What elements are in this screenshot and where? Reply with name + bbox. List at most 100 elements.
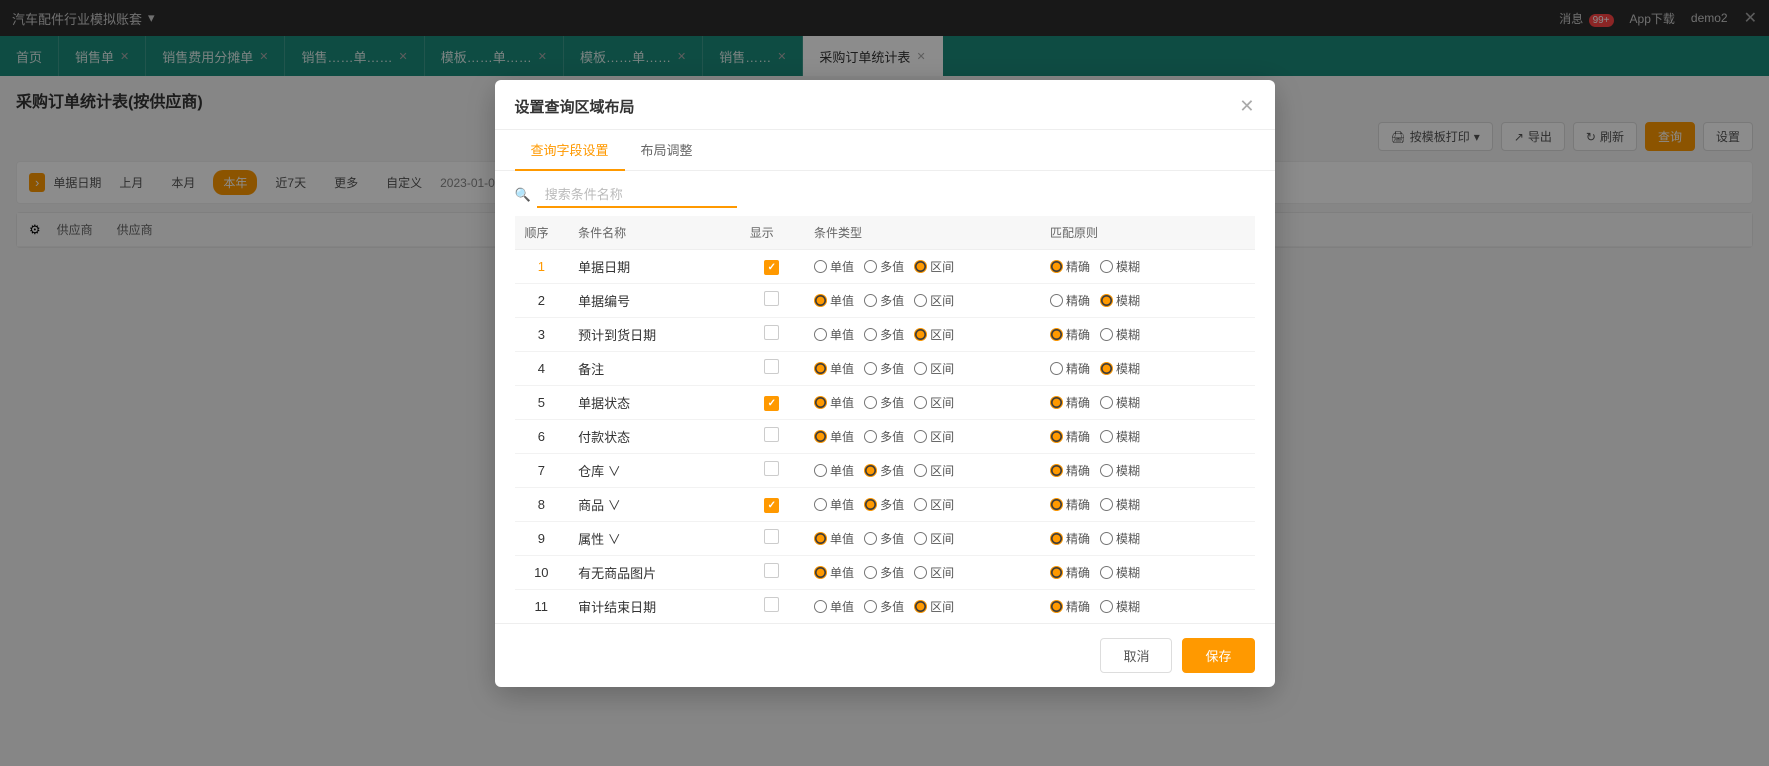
row-show-checkbox[interactable] [740,317,804,351]
radio-type-多值[interactable]: 多值 [864,292,904,309]
checkbox-checked[interactable] [764,396,779,411]
table-row: 8商品 ∨单值多值区间精确模糊 [515,487,1255,521]
row-show-checkbox[interactable] [740,385,804,419]
radio-type-多值[interactable]: 多值 [864,326,904,343]
radio-match-模糊[interactable]: 模糊 [1100,530,1140,547]
radio-type-单值[interactable]: 单值 [814,326,854,343]
row-show-checkbox[interactable] [740,283,804,317]
radio-match-精确[interactable]: 精确 [1050,326,1090,343]
row-show-checkbox[interactable] [740,589,804,623]
radio-type-单值[interactable]: 单值 [814,360,854,377]
row-show-checkbox[interactable] [740,351,804,385]
radio-type-区间[interactable]: 区间 [914,292,954,309]
radio-type-区间[interactable]: 区间 [914,530,954,547]
radio-type-单值[interactable]: 单值 [814,258,854,275]
row-show-checkbox[interactable] [740,487,804,521]
radio-type-单值[interactable]: 单值 [814,462,854,479]
radio-match-精确[interactable]: 精确 [1050,428,1090,445]
radio-type-多值[interactable]: 多值 [864,598,904,615]
radio-match-模糊[interactable]: 模糊 [1100,462,1140,479]
radio-type-区间[interactable]: 区间 [914,564,954,581]
radio-type-多值[interactable]: 多值 [864,258,904,275]
th-show: 显示 [740,216,804,250]
radio-match-模糊[interactable]: 模糊 [1100,598,1140,615]
row-type-radio-group: 单值多值区间 [804,317,1040,351]
th-order: 顺序 [515,216,569,250]
row-condition-name: 备注 [568,351,740,385]
radio-type-多值[interactable]: 多值 [864,360,904,377]
radio-match-模糊[interactable]: 模糊 [1100,360,1140,377]
radio-match-精确[interactable]: 精确 [1050,292,1090,309]
modal-tab-fields[interactable]: 查询字段设置 [515,130,625,171]
row-show-checkbox[interactable] [740,453,804,487]
radio-match-模糊[interactable]: 模糊 [1100,326,1140,343]
checkbox-empty[interactable] [764,597,779,612]
radio-type-多值[interactable]: 多值 [864,394,904,411]
radio-type-单值[interactable]: 单值 [814,394,854,411]
radio-match-精确[interactable]: 精确 [1050,360,1090,377]
radio-type-多值[interactable]: 多值 [864,530,904,547]
checkbox-empty[interactable] [764,291,779,306]
modal-close-btn[interactable]: ✕ [1239,97,1254,115]
radio-type-单值[interactable]: 单值 [814,530,854,547]
checkbox-empty[interactable] [764,325,779,340]
row-order: 2 [515,283,569,317]
radio-match-精确[interactable]: 精确 [1050,530,1090,547]
radio-type-区间[interactable]: 区间 [914,428,954,445]
radio-type-多值[interactable]: 多值 [864,496,904,513]
radio-type-单值[interactable]: 单值 [814,292,854,309]
radio-type-单值[interactable]: 单值 [814,496,854,513]
checkbox-checked[interactable] [764,260,779,275]
row-order: 11 [515,589,569,623]
radio-match-模糊[interactable]: 模糊 [1100,496,1140,513]
radio-match-精确[interactable]: 精确 [1050,258,1090,275]
radio-type-多值[interactable]: 多值 [864,564,904,581]
radio-match-精确[interactable]: 精确 [1050,394,1090,411]
row-condition-name: 预计到货日期 [568,317,740,351]
radio-match-精确[interactable]: 精确 [1050,462,1090,479]
checkbox-empty[interactable] [764,359,779,374]
row-show-checkbox[interactable] [740,521,804,555]
table-row: 11审计结束日期单值多值区间精确模糊 [515,589,1255,623]
modal-tab-layout[interactable]: 布局调整 [625,130,709,171]
radio-type-区间[interactable]: 区间 [914,496,954,513]
checkbox-empty[interactable] [764,529,779,544]
row-match-radio-group: 精确模糊 [1040,351,1255,385]
row-match-radio-group: 精确模糊 [1040,419,1255,453]
row-match-radio-group: 精确模糊 [1040,555,1255,589]
radio-match-精确[interactable]: 精确 [1050,496,1090,513]
modal-header: 设置查询区域布局 ✕ [495,80,1275,130]
row-match-radio-group: 精确模糊 [1040,487,1255,521]
radio-type-区间[interactable]: 区间 [914,462,954,479]
radio-type-多值[interactable]: 多值 [864,462,904,479]
checkbox-checked[interactable] [764,498,779,513]
row-type-radio-group: 单值多值区间 [804,487,1040,521]
cancel-btn[interactable]: 取消 [1100,638,1172,673]
checkbox-empty[interactable] [764,563,779,578]
radio-match-模糊[interactable]: 模糊 [1100,394,1140,411]
row-show-checkbox[interactable] [740,419,804,453]
radio-match-模糊[interactable]: 模糊 [1100,258,1140,275]
search-input[interactable] [537,183,737,208]
radio-match-模糊[interactable]: 模糊 [1100,564,1140,581]
modal-footer: 取消 保存 [495,623,1275,687]
save-btn[interactable]: 保存 [1182,638,1254,673]
radio-type-单值[interactable]: 单值 [814,564,854,581]
radio-type-区间[interactable]: 区间 [914,394,954,411]
radio-match-精确[interactable]: 精确 [1050,564,1090,581]
radio-type-单值[interactable]: 单值 [814,428,854,445]
radio-match-精确[interactable]: 精确 [1050,598,1090,615]
radio-type-区间[interactable]: 区间 [914,598,954,615]
radio-type-区间[interactable]: 区间 [914,258,954,275]
row-show-checkbox[interactable] [740,249,804,283]
radio-match-模糊[interactable]: 模糊 [1100,292,1140,309]
row-show-checkbox[interactable] [740,555,804,589]
radio-type-区间[interactable]: 区间 [914,326,954,343]
radio-type-多值[interactable]: 多值 [864,428,904,445]
radio-match-模糊[interactable]: 模糊 [1100,428,1140,445]
radio-type-单值[interactable]: 单值 [814,598,854,615]
row-order: 4 [515,351,569,385]
radio-type-区间[interactable]: 区间 [914,360,954,377]
checkbox-empty[interactable] [764,427,779,442]
checkbox-empty[interactable] [764,461,779,476]
